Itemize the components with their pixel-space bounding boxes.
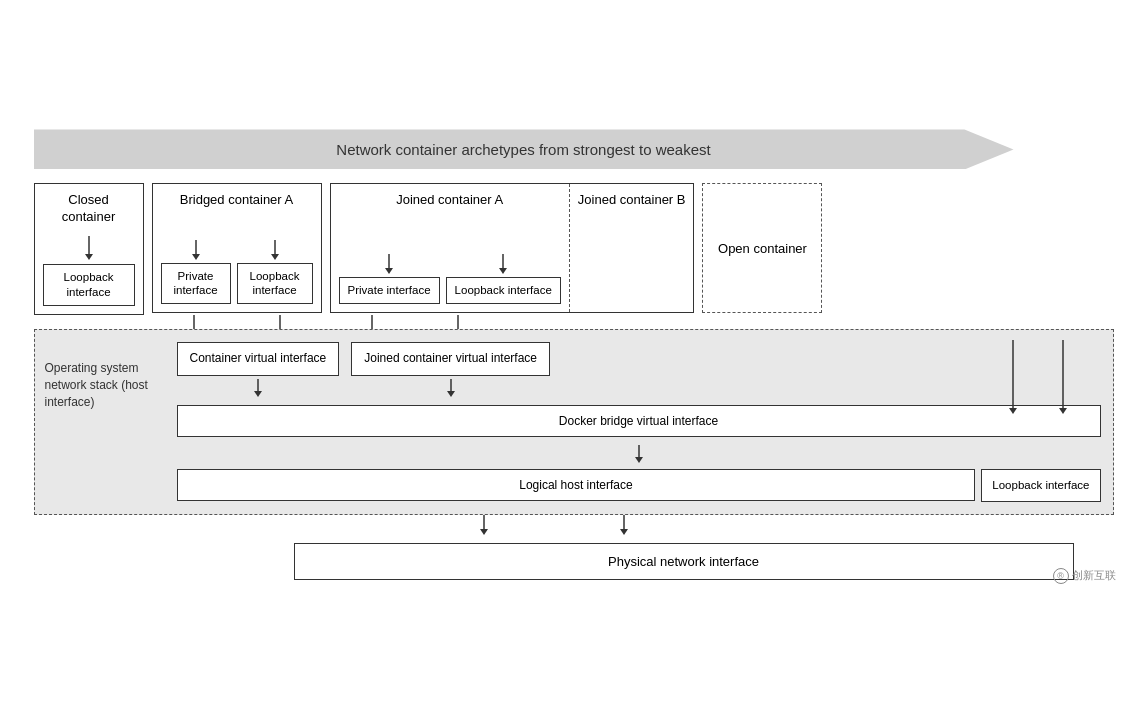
os-inner: Container virtual interface Joined conta… xyxy=(177,342,1101,502)
physical-interface-box: Physical network interface xyxy=(294,543,1074,580)
virtual-interfaces-row: Container virtual interface Joined conta… xyxy=(177,342,1101,397)
cvirt-to-bridge-arrow xyxy=(248,379,268,397)
joined-virt-label: Joined container virtual interface xyxy=(351,342,550,376)
docker-bridge-row: Docker bridge virtual interface xyxy=(177,405,1101,463)
svg-marker-6 xyxy=(271,254,279,260)
closed-loopback-interface: Loopback interface xyxy=(43,264,135,306)
watermark: ® 创新互联 xyxy=(1053,568,1116,584)
logical-host-row: Logical host interface Loopback interfac… xyxy=(177,469,1101,502)
open-container: Open container xyxy=(702,183,822,313)
logical-to-physical-arrows xyxy=(164,515,944,535)
bridged-loopback-interface: Loopback interface xyxy=(237,263,313,305)
arrow-loopback-bridged xyxy=(265,240,285,260)
svg-marker-1 xyxy=(85,254,93,260)
joined-virtual-interface-box: Joined container virtual interface xyxy=(351,342,550,397)
os-network-stack: Operating system network stack (host int… xyxy=(34,329,1114,515)
header-text: Network container archetypes from strong… xyxy=(336,141,710,158)
container-virtual-interface-box: Container virtual interface xyxy=(177,342,340,397)
closed-container-title: Closed container xyxy=(43,192,135,226)
open-container-title: Open container xyxy=(718,241,807,256)
jvirt-to-bridge-arrow xyxy=(441,379,461,397)
svg-marker-30 xyxy=(480,529,488,535)
joined-container-a: Joined container A Private interface xyxy=(331,184,569,312)
joined-containers-wrapper: Joined container A Private interface xyxy=(330,183,695,313)
joined-a-loopback-interface: Loopback interface xyxy=(446,277,561,304)
os-stack-label: Operating system network stack (host int… xyxy=(45,360,155,410)
direction-arrow: Network container archetypes from strong… xyxy=(34,129,1014,169)
arrow-loopback-closed xyxy=(79,236,99,260)
svg-marker-10 xyxy=(499,268,507,274)
svg-marker-4 xyxy=(192,254,200,260)
svg-marker-20 xyxy=(254,391,262,397)
svg-marker-22 xyxy=(447,391,455,397)
arrow-private-bridged xyxy=(186,240,206,260)
joined-a-private-interface: Private interface xyxy=(339,277,440,304)
watermark-text: 创新互联 xyxy=(1072,568,1116,583)
physical-row: Physical network interface xyxy=(164,535,1114,580)
bridged-private-interface: Private interface xyxy=(161,263,231,305)
container-virt-label: Container virtual interface xyxy=(177,342,340,376)
arrow-loopback-joined-a xyxy=(493,254,513,274)
header-arrow: Network container archetypes from strong… xyxy=(34,127,1114,171)
arrow-private-joined-a xyxy=(379,254,399,274)
joined-a-title: Joined container A xyxy=(396,192,503,209)
joined-b-title: Joined container B xyxy=(578,192,686,209)
logical-host-box: Logical host interface xyxy=(177,469,976,501)
bridge-to-logical-arrow xyxy=(629,445,649,463)
watermark-circle: ® xyxy=(1053,568,1069,584)
closed-container: Closed container Loopback interface xyxy=(34,183,144,315)
joined-container-b: Joined container B xyxy=(570,184,694,312)
svg-marker-32 xyxy=(620,529,628,535)
bridged-container: Bridged container A Private interface Lo… xyxy=(152,183,322,313)
os-loopback-box: Loopback interface xyxy=(981,469,1100,502)
svg-marker-24 xyxy=(635,457,643,463)
docker-bridge-box: Docker bridge virtual interface xyxy=(177,405,1101,437)
bridged-container-title: Bridged container A xyxy=(180,192,293,209)
svg-marker-8 xyxy=(385,268,393,274)
to-physical-arrows xyxy=(404,515,704,535)
